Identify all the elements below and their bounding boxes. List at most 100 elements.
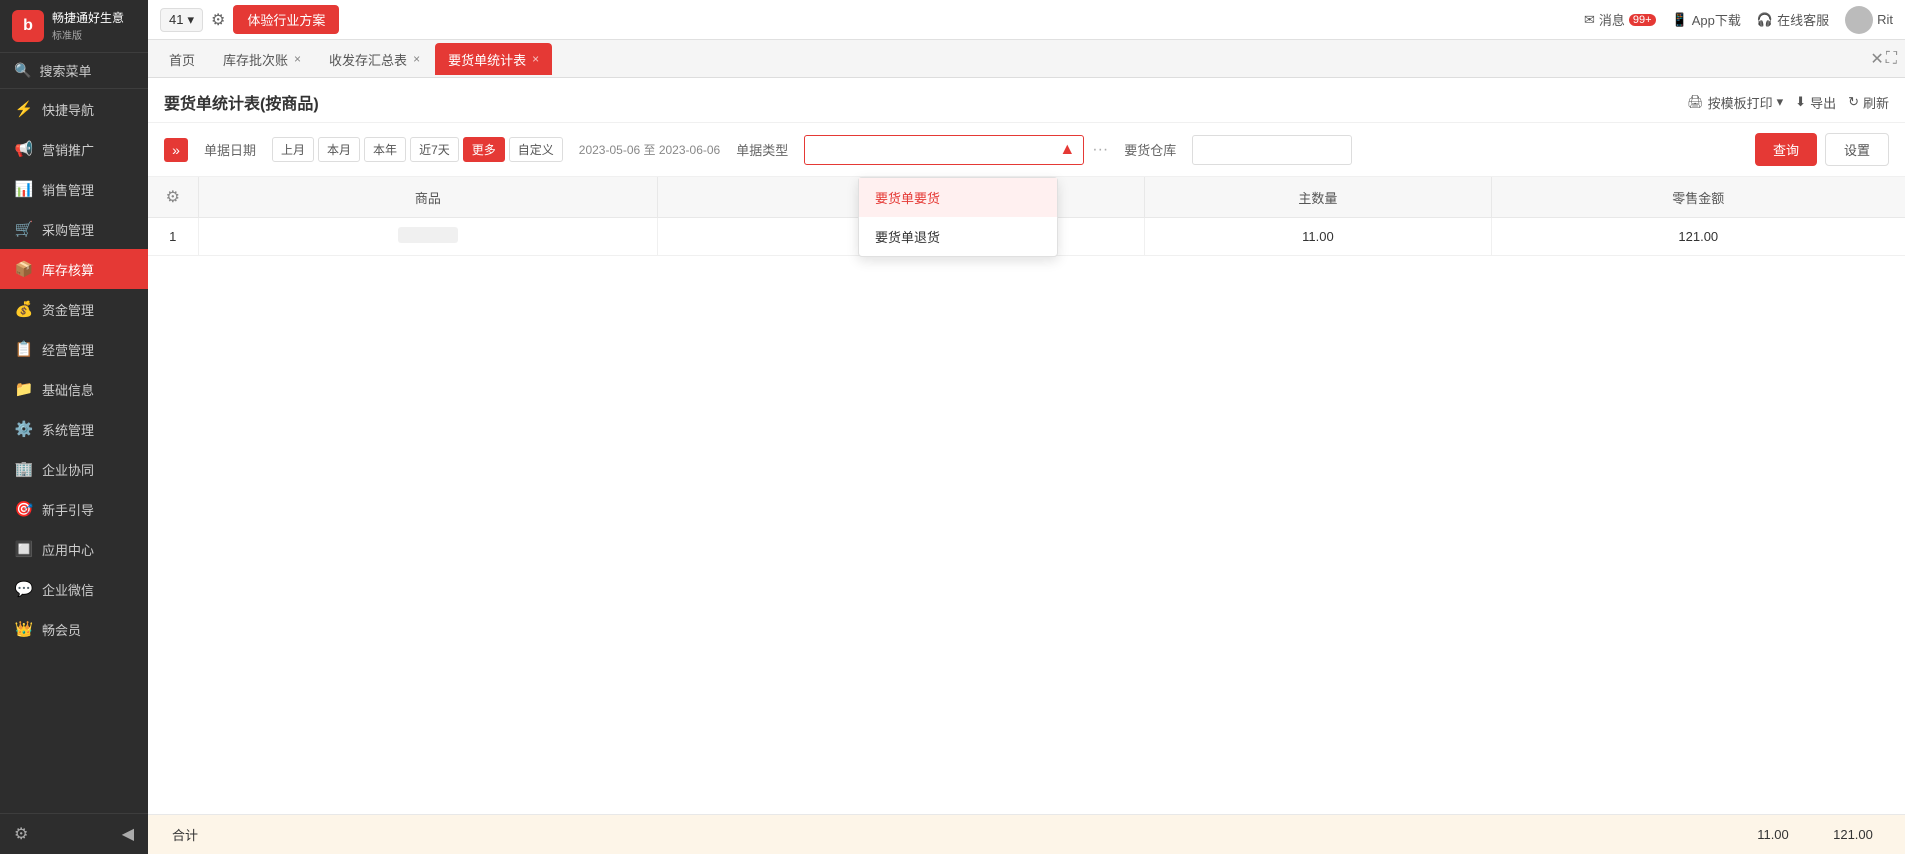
finance-icon: 💰 <box>14 299 34 319</box>
print-template-btn[interactable]: 🖨 按模板打印 ▾ <box>1687 93 1783 112</box>
last-7days-btn[interactable]: 近7天 <box>410 137 459 162</box>
sidebar-item-finance[interactable]: 💰 资金管理 <box>0 289 148 329</box>
phone-icon: 📱 <box>1672 12 1688 28</box>
tab-inventory-batch[interactable]: 库存批次账 × <box>210 43 314 75</box>
topbar-right: ✉ 消息 99+ 📱 App下载 🎧 在线客服 Rit <box>1584 6 1893 34</box>
tab-order-stat[interactable]: 要货单统计表 × <box>435 43 552 75</box>
sidebar-item-wechat[interactable]: 💬 企业微信 <box>0 569 148 609</box>
gear-icon[interactable]: ⚙ <box>211 10 225 30</box>
app-center-icon: 🔲 <box>14 539 34 559</box>
product-placeholder <box>398 227 458 243</box>
custom-date-btn[interactable]: 自定义 <box>509 137 563 162</box>
print-label: 按模板打印 <box>1708 93 1773 112</box>
app-version: 标准版 <box>52 27 124 42</box>
sidebar-item-inventory[interactable]: 📦 库存核算 <box>0 249 148 289</box>
date-range-text: 2023-05-06 至 2023-06-06 <box>579 141 720 158</box>
expand-tabs-icon[interactable]: ⛶ <box>1886 50 1897 68</box>
basic-icon: 📁 <box>14 379 34 399</box>
message-badge: 99+ <box>1629 14 1656 26</box>
tab-close-icon[interactable]: × <box>532 52 539 66</box>
online-service-item[interactable]: 🎧 在线客服 <box>1757 10 1829 29</box>
sidebar-item-label: 快捷导航 <box>42 100 94 119</box>
warehouse-select[interactable] <box>1192 135 1352 165</box>
sidebar-item-label: 新手引导 <box>42 500 94 519</box>
tab-close-icon[interactable]: × <box>294 52 301 66</box>
cell-product <box>198 218 658 256</box>
table-footer: 合计 11.00 121.00 <box>148 814 1905 854</box>
tab-home[interactable]: 首页 <box>156 43 208 75</box>
online-service-label: 在线客服 <box>1777 10 1829 29</box>
sidebar-item-label: 采购管理 <box>42 220 94 239</box>
sidebar-menu: ⚡ 快捷导航 📢 营销推广 📊 销售管理 🛒 采购管理 📦 库存核算 💰 资金管… <box>0 89 148 813</box>
dropdown-item-order-req[interactable]: 要货单要货 <box>859 178 1057 217</box>
guide-icon: 🎯 <box>14 499 34 519</box>
sidebar-item-sales[interactable]: 📊 销售管理 <box>0 169 148 209</box>
more-options-icon[interactable]: ··· <box>1092 141 1108 159</box>
filter-expand-button[interactable]: » <box>164 138 188 162</box>
app-logo: b 畅捷通好生意 标准版 <box>0 0 148 53</box>
footer-label: 合计 <box>160 825 360 844</box>
sidebar-item-system[interactable]: ⚙️ 系统管理 <box>0 409 148 449</box>
tab-home-label: 首页 <box>169 50 195 69</box>
settings-bottom-icon[interactable]: ⚙ <box>14 824 28 844</box>
wechat-icon: 💬 <box>14 579 34 599</box>
sidebar-item-label: 系统管理 <box>42 420 94 439</box>
footer-amount: 121.00 <box>1813 827 1893 842</box>
tab-collect-summary-label: 收发存汇总表 <box>329 50 407 69</box>
operation-icon: 📋 <box>14 339 34 359</box>
tab-collect-summary[interactable]: 收发存汇总表 × <box>316 43 433 75</box>
user-profile[interactable]: Rit <box>1845 6 1893 34</box>
inventory-icon: 📦 <box>14 259 34 279</box>
enterprise-icon: 🏢 <box>14 459 34 479</box>
refresh-label: 刷新 <box>1863 93 1889 112</box>
sidebar-item-search[interactable]: 🔍 搜索菜单 <box>0 53 148 89</box>
col-qty: 主数量 <box>1145 177 1491 218</box>
column-settings-icon[interactable]: ⚙ <box>166 189 180 206</box>
this-year-btn[interactable]: 本年 <box>364 137 406 162</box>
search-icon: 🔍 <box>14 62 31 79</box>
sidebar-item-label: 应用中心 <box>42 540 94 559</box>
filter-bar: » 单据日期 上月 本月 本年 近7天 更多 自定义 2023-05-06 至 … <box>148 123 1905 177</box>
collapse-icon[interactable]: ◀ <box>122 824 134 844</box>
tabbar: 首页 库存批次账 × 收发存汇总表 × 要货单统计表 × ✕ ⛶ <box>148 40 1905 78</box>
sidebar-item-label: 营销推广 <box>42 140 94 159</box>
cell-amount: 121.00 <box>1491 218 1905 256</box>
sidebar-item-quick-nav[interactable]: ⚡ 快捷导航 <box>0 89 148 129</box>
query-button[interactable]: 查询 <box>1755 133 1817 166</box>
sidebar-search-label: 搜索菜单 <box>39 61 91 80</box>
cell-seq: 1 <box>148 218 198 256</box>
sidebar-item-enterprise[interactable]: 🏢 企业协同 <box>0 449 148 489</box>
sidebar-item-guide[interactable]: 🎯 新手引导 <box>0 489 148 529</box>
sidebar-item-label: 资金管理 <box>42 300 94 319</box>
more-date-btn[interactable]: 更多 <box>463 137 505 162</box>
system-icon: ⚙️ <box>14 419 34 439</box>
settings-button[interactable]: 设置 <box>1825 133 1889 166</box>
sidebar-item-operation[interactable]: 📋 经营管理 <box>0 329 148 369</box>
close-all-icon[interactable]: ✕ <box>1870 49 1883 69</box>
select-arrow-up-icon[interactable]: ▲ <box>1059 141 1075 159</box>
type-filter-label: 单据类型 <box>736 140 788 159</box>
this-month-btn[interactable]: 本月 <box>318 137 360 162</box>
sidebar-item-vip[interactable]: 👑 畅会员 <box>0 609 148 649</box>
app-download-item[interactable]: 📱 App下载 <box>1672 10 1741 29</box>
last-month-btn[interactable]: 上月 <box>272 137 314 162</box>
content-area: 要货单统计表(按商品) 🖨 按模板打印 ▾ ⬇ 导出 ↻ 刷新 » <box>148 78 1905 854</box>
sidebar-item-marketing[interactable]: 📢 营销推广 <box>0 129 148 169</box>
tab-close-icon[interactable]: × <box>413 52 420 66</box>
col-settings: ⚙ <box>148 177 198 218</box>
col-product: 商品 <box>198 177 658 218</box>
headset-icon: 🎧 <box>1757 12 1773 28</box>
sidebar-item-basic[interactable]: 📁 基础信息 <box>0 369 148 409</box>
sidebar-item-app-center[interactable]: 🔲 应用中心 <box>0 529 148 569</box>
sidebar-item-purchase[interactable]: 🛒 采购管理 <box>0 209 148 249</box>
store-selector[interactable]: 41 ▾ <box>160 8 203 32</box>
trial-button[interactable]: 体验行业方案 <box>233 5 339 34</box>
export-btn[interactable]: ⬇ 导出 <box>1795 93 1836 112</box>
message-item[interactable]: ✉ 消息 99+ <box>1584 10 1656 29</box>
topbar-left: 41 ▾ ⚙ 体验行业方案 <box>160 5 339 34</box>
refresh-btn[interactable]: ↻ 刷新 <box>1848 93 1889 112</box>
col-amount: 零售金额 <box>1491 177 1905 218</box>
type-select-input[interactable] <box>813 142 1059 157</box>
dropdown-item-order-return[interactable]: 要货单退货 <box>859 217 1057 256</box>
type-select-box[interactable]: ▲ <box>804 135 1084 165</box>
